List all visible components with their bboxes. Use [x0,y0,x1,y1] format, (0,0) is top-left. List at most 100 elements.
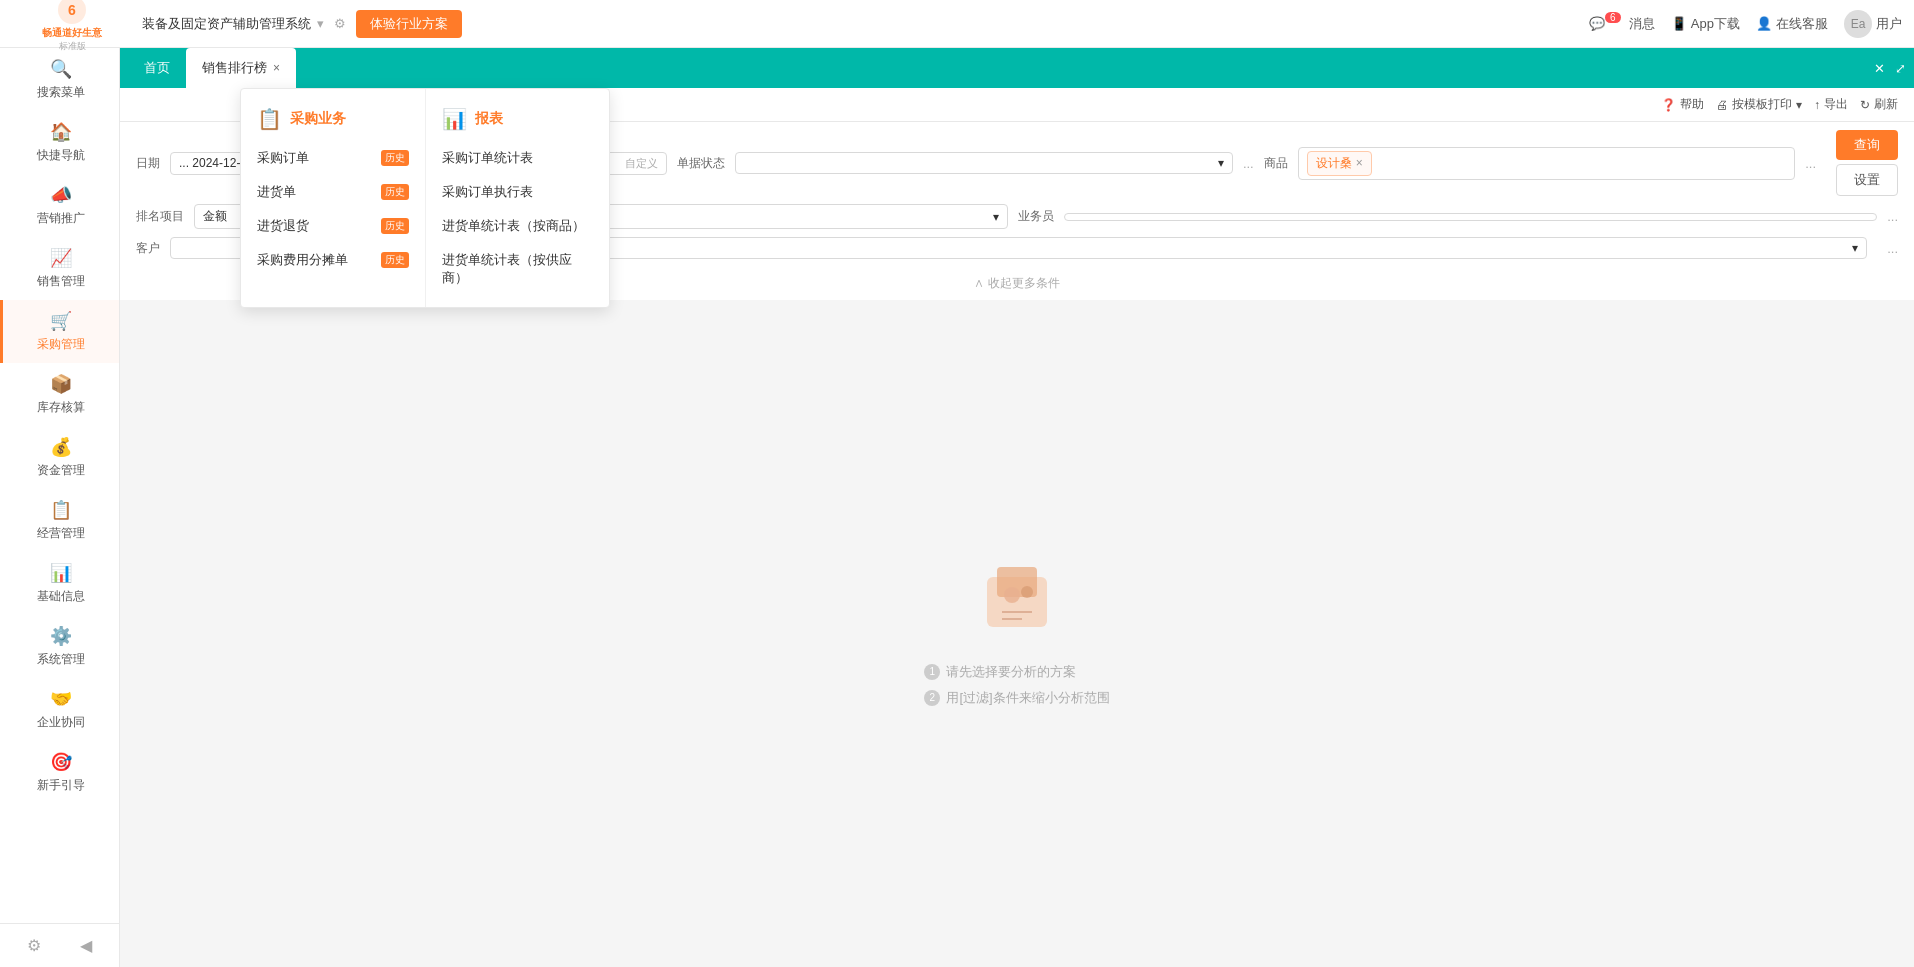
dropdown-item-return[interactable]: 进货退货 历史 [241,209,425,243]
sidebar-item-marketing[interactable]: 📣 营销推广 [0,174,119,237]
sidebar-label-purchase: 采购管理 [37,336,85,353]
print-btn[interactable]: 🖨 按模板打印 ▾ [1716,96,1802,113]
operation-icon: 📋 [50,499,72,521]
sidebar-item-finance[interactable]: 💰 资金管理 [0,426,119,489]
goods-dots: ... [1805,156,1816,171]
goods-tag-text: 设计桑 [1316,155,1352,172]
dropdown-item-order-exec[interactable]: 采购订单执行表 [426,175,610,209]
system-icon: ⚙️ [50,625,72,647]
dropdown-item-purchase-order[interactable]: 采购订单 历史 [241,141,425,175]
sidebar-item-sales[interactable]: 📈 销售管理 [0,237,119,300]
dropdown-item-incoming[interactable]: 进货单 历史 [241,175,425,209]
sidebar-item-purchase[interactable]: 🛒 采购管理 [0,300,119,363]
export-btn[interactable]: ↑ 导出 [1814,96,1848,113]
industry-btn[interactable]: 体验行业方案 [356,10,462,38]
app-download-btn[interactable]: 📱 App下载 [1671,15,1740,33]
export-label: 导出 [1824,96,1848,113]
tab-sales-rank[interactable]: 销售排行榜 × [186,48,296,88]
sidebar-settings-icon[interactable]: ⚙ [27,936,41,955]
date-custom[interactable]: 自定义 [625,156,658,171]
message-btn[interactable]: 💬 6 消息 [1589,15,1655,33]
goods-tag-remove[interactable]: × [1356,156,1363,170]
report-col: 📊 报表 采购订单统计表 采购订单执行表 进货单统计表（按商品） 进货单统计表（… [426,89,610,307]
sidebar-item-system[interactable]: ⚙️ 系统管理 [0,615,119,678]
dropdown-item-incoming-supplier[interactable]: 进货单统计表（按供应商） [426,243,610,295]
tab-maximize-icon[interactable]: ⤢ [1895,61,1906,76]
dropdown-item-expense[interactable]: 采购费用分摊单 历史 [241,243,425,277]
sidebar-label-inventory: 库存核算 [37,399,85,416]
export-icon: ↑ [1814,98,1820,112]
settings-button[interactable]: 设置 [1836,164,1898,196]
message-label: 消息 [1629,15,1655,33]
phone-icon: 📱 [1671,16,1687,31]
refresh-label: 刷新 [1874,96,1898,113]
purchase-icon: 🛒 [50,310,72,332]
status-label: 单据状态 [677,155,725,172]
empty-state: 1 请先选择要分析的方案 2 用[过滤]条件来缩小分析范围 [120,300,1914,967]
tab-home[interactable]: 首页 [128,48,186,88]
purchase-order-label: 采购订单 [257,149,309,167]
sidebar-item-guide[interactable]: 🎯 新手引导 [0,741,119,804]
sidebar-label-guide: 新手引导 [37,777,85,794]
sidebar-item-operation[interactable]: 📋 经营管理 [0,489,119,552]
goods-tag: 设计桑 × [1307,151,1372,176]
basic-icon: 📊 [50,562,72,584]
goods-input[interactable]: 设计桑 × [1298,147,1795,180]
staff-input[interactable] [1064,213,1878,221]
tab-close-icon[interactable]: × [273,61,280,75]
user-label: 用户 [1876,15,1902,33]
empty-tip1: 请先选择要分析的方案 [946,659,1076,685]
refresh-icon: ↻ [1860,98,1870,112]
sidebar-collapse-icon[interactable]: ◀ [80,936,92,955]
header-right: 💬 6 消息 📱 App下载 👤 在线客服 Ea 用户 [1589,10,1902,38]
sidebar-item-inventory[interactable]: 📦 库存核算 [0,363,119,426]
avatar: Ea [1844,10,1872,38]
date-label: 日期 [136,155,160,172]
enterprise-icon: 🤝 [50,688,72,710]
help-btn[interactable]: ❓ 帮助 [1661,96,1704,113]
tab-home-label: 首页 [144,59,170,77]
report-title: 报表 [475,110,503,128]
print-label: 按模板打印 [1732,96,1792,113]
sales-icon: 📈 [50,247,72,269]
online-service-btn[interactable]: 👤 在线客服 [1756,15,1828,33]
sidebar-item-search[interactable]: 🔍 搜索菜单 [0,48,119,111]
user-area[interactable]: Ea 用户 [1844,10,1902,38]
sidebar-label-sales: 销售管理 [37,273,85,290]
dropdown-arrow-icon[interactable]: ▾ [317,16,324,31]
rank-value: 金额 [203,208,227,225]
svg-point-4 [1004,587,1020,603]
sidebar-item-quick-nav[interactable]: 🏠 快捷导航 [0,111,119,174]
sidebar-label-system: 系统管理 [37,651,85,668]
sidebar: 🔍 搜索菜单 🏠 快捷导航 📣 营销推广 📈 销售管理 🛒 采购管理 📦 库存核… [0,48,120,967]
app-download-label: App下载 [1691,15,1740,33]
app-logo-icon: 6 [56,0,88,26]
print-dropdown-icon: ▾ [1796,98,1802,112]
action-buttons: 查询 设置 [1836,130,1898,196]
purchase-business-icon: 📋 [257,107,282,131]
tab-close-all-icon[interactable]: ✕ [1874,61,1885,76]
tab-sales-rank-label: 销售排行榜 [202,59,267,77]
customer-dropdown-icon: ▾ [1852,241,1858,255]
service-icon: 👤 [1756,16,1772,31]
sidebar-item-enterprise[interactable]: 🤝 企业协同 [0,678,119,741]
sidebar-label-operation: 经营管理 [37,525,85,542]
gear-settings-icon[interactable]: ⚙ [334,16,346,31]
dropdown-item-order-stat[interactable]: 采购订单统计表 [426,141,610,175]
expense-history-badge: 历史 [381,252,409,268]
guide-icon: 🎯 [50,751,72,773]
sidebar-label-search: 搜索菜单 [37,84,85,101]
dropdown-item-incoming-goods[interactable]: 进货单统计表（按商品） [426,209,610,243]
return-label: 进货退货 [257,217,309,235]
help-icon: ❓ [1661,98,1676,112]
refresh-btn[interactable]: ↻ 刷新 [1860,96,1898,113]
sidebar-item-basic[interactable]: 📊 基础信息 [0,552,119,615]
online-service-label: 在线客服 [1776,15,1828,33]
message-icon: 💬 [1589,16,1605,31]
status-select[interactable]: ▾ [735,152,1232,174]
print-icon: 🖨 [1716,98,1728,112]
goods-label: 商品 [1264,155,1288,172]
query-button[interactable]: 查询 [1836,130,1898,160]
tab-bar: 首页 销售排行榜 × ✕ ⤢ [120,48,1914,88]
purchase-dropdown-menu: 📋 采购业务 采购订单 历史 进货单 历史 进货退货 历史 [240,88,610,308]
